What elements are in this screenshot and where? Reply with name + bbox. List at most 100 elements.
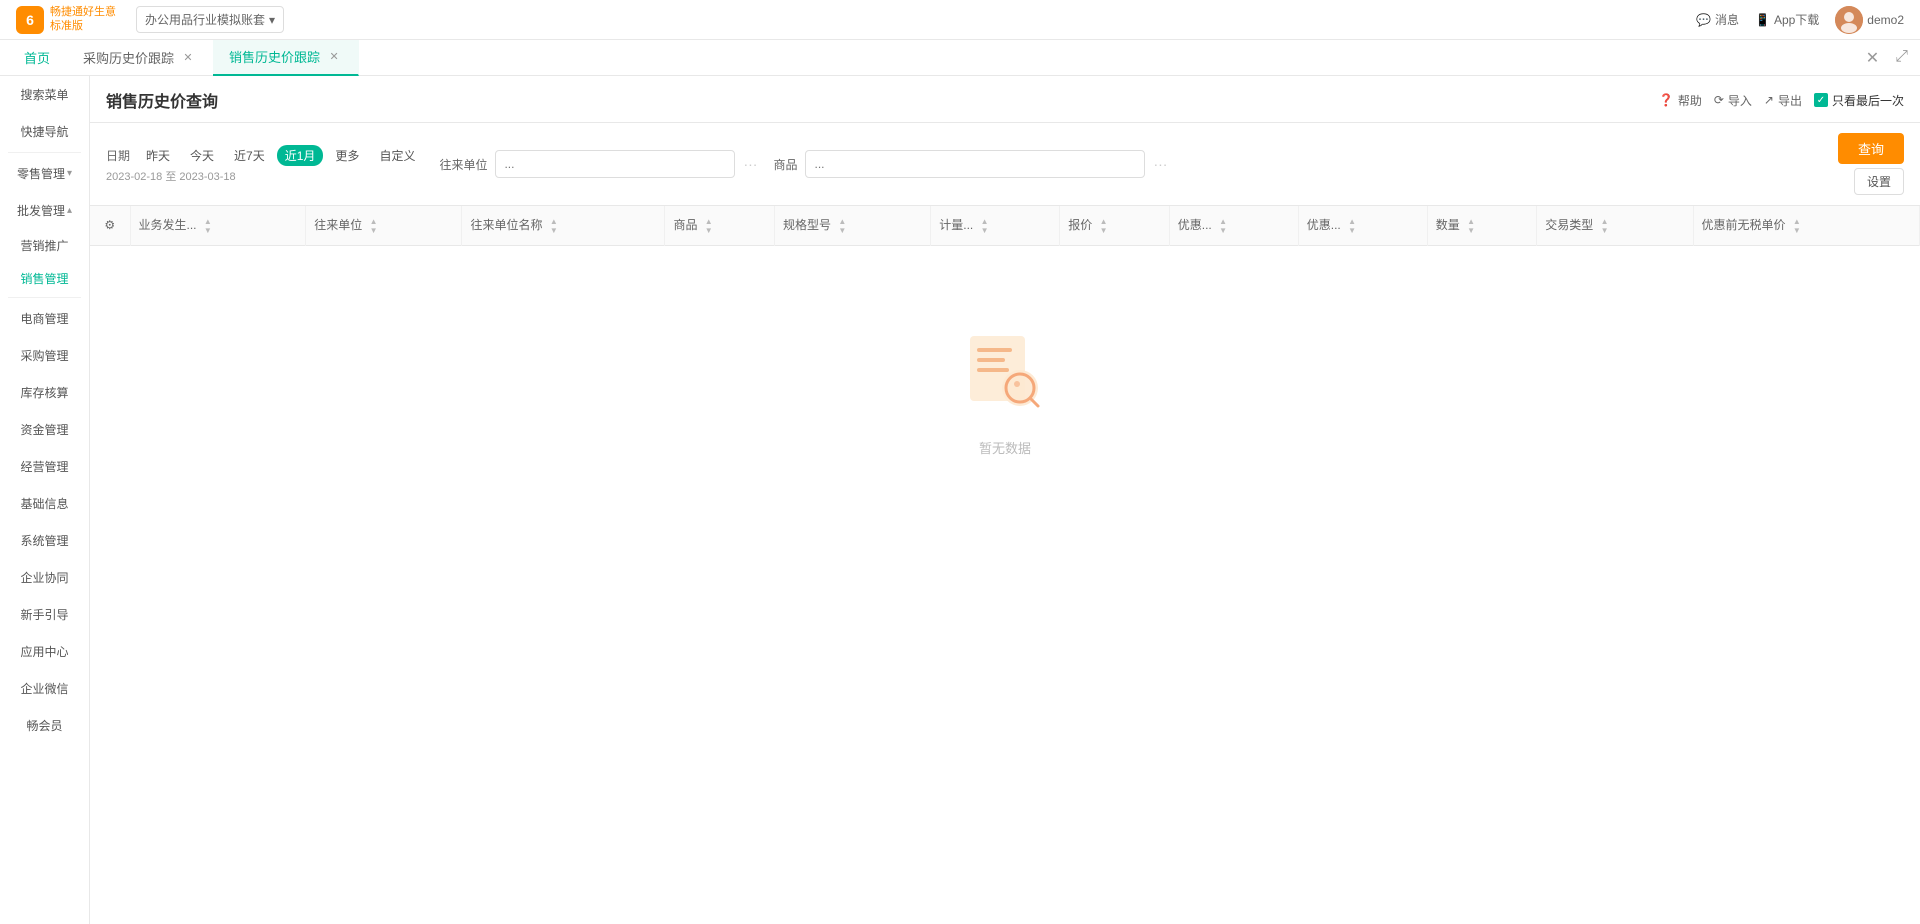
product-input[interactable] [805, 150, 1145, 178]
user-action[interactable]: demo2 [1835, 6, 1904, 34]
sidebar-item-capital-mgmt[interactable]: 资金管理 [0, 411, 89, 448]
th-qty[interactable]: 数量 ▲▼ [1427, 206, 1537, 245]
sidebar-item-sales-mgmt[interactable]: 销售管理 [0, 262, 89, 295]
th-trade-type[interactable]: 交易类型 ▲▼ [1537, 206, 1693, 245]
chevron-down-icon: ▾ [269, 13, 275, 27]
export-icon: ↗ [1764, 93, 1774, 107]
th-unit[interactable]: 计量... ▲▼ [931, 206, 1060, 245]
purchase-history-close-icon[interactable]: ✕ [180, 50, 196, 66]
home-tab-label: 首页 [24, 48, 50, 67]
th-biz-date[interactable]: 业务发生... ▲▼ [130, 206, 306, 245]
page-title-row: 销售历史价查询 ❓ 帮助 ⟳ 导入 ↗ 导出 ✓ [106, 88, 1904, 112]
top-header: 6 畅捷通好生意 标准版 办公用品行业模拟账套 ▾ 💬 消息 📱 App下载 d… [0, 0, 1920, 40]
page-header: 销售历史价查询 ❓ 帮助 ⟳ 导入 ↗ 导出 ✓ [90, 76, 1920, 123]
date-range-text: 2023-02-18 至 2023-03-18 [106, 168, 423, 184]
th-pre-tax-price[interactable]: 优惠前无税单价 ▲▼ [1693, 206, 1919, 245]
logo-icon: 6 [16, 6, 44, 34]
date-opt-custom[interactable]: 自定义 [371, 145, 423, 166]
date-filter-group: 日期 昨天 今天 近7天 近1月 更多 自定义 2023-02-18 至 202… [106, 145, 423, 184]
sidebar-item-app-center[interactable]: 应用中心 [0, 633, 89, 670]
sidebar-item-marketing-promo[interactable]: 营销推广 [0, 229, 89, 262]
logo-text: 畅捷通好生意 标准版 [50, 6, 116, 32]
date-opt-last1m[interactable]: 近1月 [277, 145, 324, 166]
th-discount2[interactable]: 优惠... ▲▼ [1298, 206, 1427, 245]
filter-bar: 日期 昨天 今天 近7天 近1月 更多 自定义 2023-02-18 至 202… [90, 123, 1920, 206]
query-button[interactable]: 查询 [1838, 133, 1904, 164]
date-options: 昨天 今天 近7天 近1月 更多 自定义 [138, 145, 423, 166]
sidebar-item-search-menu[interactable]: 搜索菜单 [0, 76, 89, 113]
close-window-icon[interactable]: ✕ [1862, 44, 1883, 72]
only-last-checkbox[interactable]: ✓ 只看最后一次 [1814, 92, 1904, 109]
date-opt-yesterday[interactable]: 昨天 [138, 145, 178, 166]
chevron-up-icon: ▴ [67, 205, 72, 216]
import-button[interactable]: ⟳ 导入 [1714, 92, 1752, 109]
customer-input[interactable] [495, 150, 735, 178]
sidebar-item-ecommerce-mgmt[interactable]: 电商管理 [0, 300, 89, 337]
th-quote[interactable]: 报价 ▲▼ [1060, 206, 1170, 245]
date-opt-today[interactable]: 今天 [182, 145, 222, 166]
message-action[interactable]: 💬 消息 [1696, 11, 1739, 28]
date-filter-label: 日期 [106, 147, 130, 164]
empty-state: 暂无数据 [90, 246, 1920, 537]
export-button[interactable]: ↗ 导出 [1764, 92, 1802, 109]
phone-icon: 📱 [1755, 13, 1770, 27]
sidebar-item-retail-mgmt[interactable]: 零售管理 ▾ [0, 155, 89, 192]
empty-text: 暂无数据 [979, 438, 1031, 457]
th-discount1[interactable]: 优惠... ▲▼ [1169, 206, 1298, 245]
maximize-icon[interactable]: ⤢ [1891, 44, 1912, 72]
customer-filter-label: 往来单位 [439, 156, 487, 173]
header-left: 6 畅捷通好生意 标准版 办公用品行业模拟账套 ▾ [16, 6, 284, 34]
tab-sales-history[interactable]: 销售历史价跟踪 ✕ [213, 40, 359, 76]
sidebar-item-quick-nav[interactable]: 快捷导航 [0, 113, 89, 150]
sidebar-item-enterprise-wechat[interactable]: 企业微信 [0, 670, 89, 707]
table-container: ⚙ 业务发生... ▲▼ 往来单位 ▲▼ 往来单位名称 ▲▼ 商品 ▲▼ [90, 206, 1920, 924]
help-button[interactable]: ❓ 帮助 [1659, 92, 1702, 109]
main-layout: 搜索菜单 快捷导航 零售管理 ▾ 批发管理 ▴ 营销推广 销售管理 电商管理 采… [0, 76, 1920, 924]
workspace-name: 办公用品行业模拟账套 [145, 11, 265, 28]
table-header-row: ⚙ 业务发生... ▲▼ 往来单位 ▲▼ 往来单位名称 ▲▼ 商品 ▲▼ [90, 206, 1920, 245]
app-download-action[interactable]: 📱 App下载 [1755, 11, 1819, 28]
page-actions: ❓ 帮助 ⟳ 导入 ↗ 导出 ✓ 只看最后一次 [1659, 92, 1904, 109]
tab-bar-actions: ✕ ⤢ [1862, 44, 1912, 72]
chevron-down-icon: ▾ [67, 168, 72, 179]
tab-home[interactable]: 首页 [8, 40, 67, 76]
product-lookup-icon[interactable]: ··· [1153, 156, 1167, 172]
workspace-selector[interactable]: 办公用品行业模拟账套 ▾ [136, 6, 284, 33]
th-unit-name[interactable]: 往来单位名称 ▲▼ [462, 206, 665, 245]
sidebar-item-system-mgmt[interactable]: 系统管理 [0, 522, 89, 559]
date-opt-last7[interactable]: 近7天 [226, 145, 273, 166]
settings-button[interactable]: 设置 [1854, 168, 1904, 195]
sidebar-item-purchase-mgmt[interactable]: 采购管理 [0, 337, 89, 374]
retail-mgmt-label: 零售管理 [17, 165, 65, 182]
th-spec[interactable]: 规格型号 ▲▼ [774, 206, 930, 245]
logo-area: 6 畅捷通好生意 标准版 [16, 6, 116, 34]
sidebar-item-wholesale-mgmt[interactable]: 批发管理 ▴ [0, 192, 89, 229]
product-filter-label: 商品 [773, 156, 797, 173]
tab-purchase-history[interactable]: 采购历史价跟踪 ✕ [67, 40, 213, 76]
product-filter-group: 商品 ··· [773, 150, 1167, 178]
date-options-row: 日期 昨天 今天 近7天 近1月 更多 自定义 [106, 145, 423, 166]
customer-lookup-icon[interactable]: ··· [743, 156, 757, 172]
th-gear[interactable]: ⚙ [90, 206, 130, 245]
filter-right: 查询 设置 [1838, 133, 1904, 195]
purchase-history-label: 采购历史价跟踪 [83, 48, 174, 67]
data-table: ⚙ 业务发生... ▲▼ 往来单位 ▲▼ 往来单位名称 ▲▼ 商品 ▲▼ [90, 206, 1920, 246]
sidebar: 搜索菜单 快捷导航 零售管理 ▾ 批发管理 ▴ 营销推广 销售管理 电商管理 采… [0, 76, 90, 924]
th-product[interactable]: 商品 ▲▼ [665, 206, 775, 245]
empty-icon [955, 326, 1055, 426]
sidebar-item-member[interactable]: 畅会员 [0, 707, 89, 744]
date-opt-more[interactable]: 更多 [327, 145, 367, 166]
wholesale-mgmt-label: 批发管理 [17, 202, 65, 219]
sidebar-item-basic-info[interactable]: 基础信息 [0, 485, 89, 522]
sidebar-divider-2 [8, 297, 81, 298]
sidebar-item-new-guide[interactable]: 新手引导 [0, 596, 89, 633]
sidebar-item-enterprise-collab[interactable]: 企业协同 [0, 559, 89, 596]
import-icon: ⟳ [1714, 93, 1724, 107]
sales-history-close-icon[interactable]: ✕ [326, 49, 342, 65]
sidebar-item-ops-mgmt[interactable]: 经营管理 [0, 448, 89, 485]
sidebar-divider-1 [8, 152, 81, 153]
page-title: 销售历史价查询 [106, 88, 218, 112]
th-unit-code[interactable]: 往来单位 ▲▼ [306, 206, 462, 245]
quick-nav-label: 快捷导航 [20, 123, 68, 140]
sidebar-item-inventory[interactable]: 库存核算 [0, 374, 89, 411]
